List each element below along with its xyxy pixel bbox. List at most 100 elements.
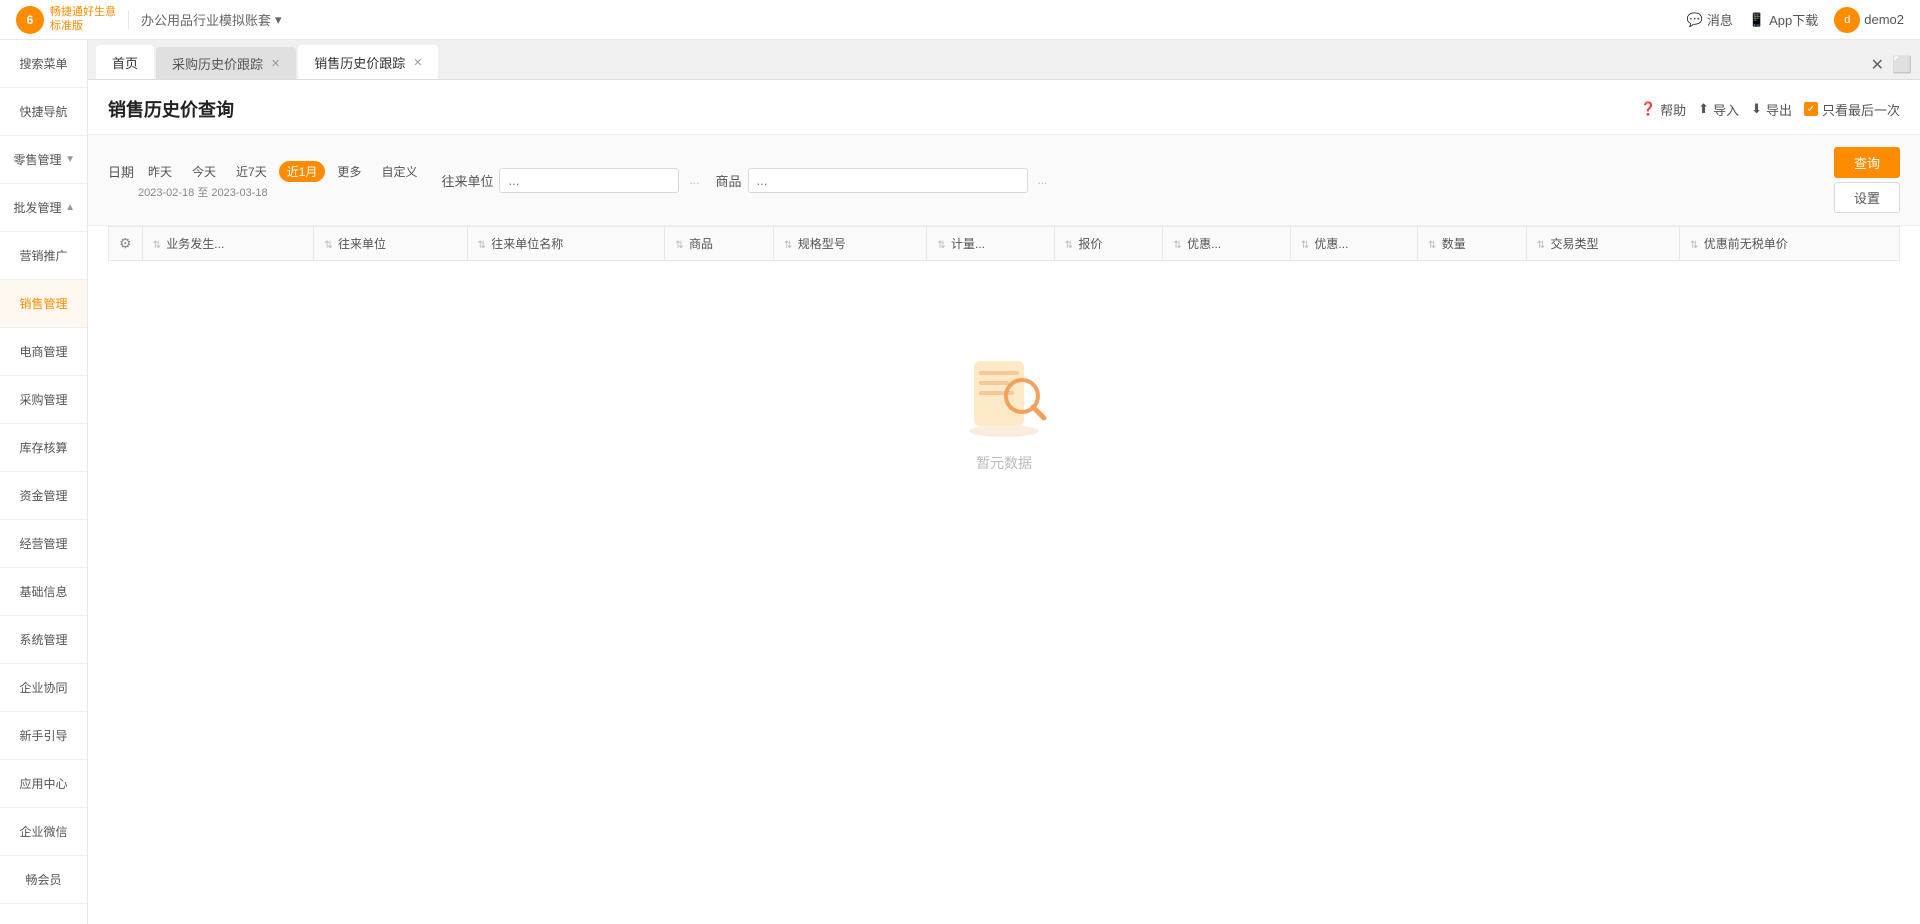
export-button[interactable]: ⬇ 导出 [1751,100,1792,119]
date-range-display: 2023-02-18 至 2023-03-18 [138,184,425,200]
product-filter-input[interactable] [748,168,1028,193]
sidebar-item-inventory[interactable]: 库存核算 [0,424,87,472]
table-header-quote[interactable]: ⇅ 报价 [1054,227,1163,261]
query-button[interactable]: 查询 [1834,147,1900,178]
sidebar-item-basic[interactable]: 基础信息 [0,568,87,616]
content-area: 首页 采购历史价跟踪 ✕ 销售历史价跟踪 ✕ ✕ ⬜ 销售历史价查询 [88,40,1920,924]
table-header-trade-type[interactable]: ⇅ 交易类型 [1526,227,1679,261]
gear-icon[interactable]: ⚙ [119,235,132,252]
sidebar-item-marketing[interactable]: 营销推广 [0,232,87,280]
date-pill-more[interactable]: 更多 [329,161,369,182]
top-bar: 6 畅捷通好生意 标准版 办公用品行业模拟账套 ▾ 💬 消息 📱 App下载 d… [0,0,1920,40]
import-icon: ⬆ [1698,101,1709,117]
help-icon: ❓ [1640,101,1656,117]
sort-icon: ⇅ [153,240,161,251]
sidebar-item-finance[interactable]: 资金管理 [0,472,87,520]
help-button[interactable]: ❓ 帮助 [1640,100,1686,119]
product-filter-dots: ... [1038,173,1048,187]
table-header-contact-name[interactable]: ⇅ 往来单位名称 [467,227,665,261]
table-header-discount2[interactable]: ⇅ 优惠... [1290,227,1417,261]
sort-icon: ⇅ [478,240,486,251]
user-menu[interactable]: d demo2 [1834,7,1904,33]
download-button[interactable]: 📱 App下载 [1749,10,1818,29]
top-bar-left: 6 畅捷通好生意 标准版 办公用品行业模拟账套 ▾ [16,6,282,34]
page-content: 销售历史价查询 ❓ 帮助 ⬆ 导入 ⬇ 导出 ✓ [88,80,1920,924]
message-icon: 💬 [1687,12,1703,28]
sort-icon: ⇅ [1537,240,1545,251]
sidebar-item-wholesale[interactable]: 批发管理 ▲ [0,184,87,232]
empty-image [954,341,1054,441]
sidebar-item-search[interactable]: 搜索菜单 [0,40,87,88]
avatar: d [1834,7,1860,33]
sidebar-item-newbie[interactable]: 新手引导 [0,712,87,760]
table-header-row: ⚙ ⇅ 业务发生... ⇅ 往来单位 ⇅ [109,227,1900,261]
table-header-product[interactable]: ⇅ 商品 [665,227,774,261]
sidebar-item-shortcut[interactable]: 快捷导航 [0,88,87,136]
sort-icon: ⇅ [937,240,945,251]
sidebar-item-system[interactable]: 系统管理 [0,616,87,664]
date-pill-last1m[interactable]: 近1月 [279,161,326,182]
table-header-unit[interactable]: ⇅ 计量... [927,227,1054,261]
contact-filter-dots: ... [689,173,699,187]
import-button[interactable]: ⬆ 导入 [1698,100,1739,119]
tab-purchase-history-close[interactable]: ✕ [271,57,280,70]
tab-bar-right: ✕ ⬜ [1871,55,1912,79]
download-icon: 📱 [1749,12,1765,28]
sidebar-item-ecommerce[interactable]: 电商管理 [0,328,87,376]
empty-state-svg [954,341,1054,441]
tab-purchase-history[interactable]: 采购历史价跟踪 ✕ [156,47,296,79]
table-area: ⚙ ⇅ 业务发生... ⇅ 往来单位 ⇅ [88,226,1920,261]
tab-bar: 首页 采购历史价跟踪 ✕ 销售历史价跟踪 ✕ ✕ ⬜ [88,40,1920,80]
contact-filter-group: 往来单位 ... [441,168,699,193]
sidebar-item-wechat[interactable]: 企业微信 [0,808,87,856]
table-header-quantity[interactable]: ⇅ 数量 [1418,227,1527,261]
sidebar-item-member[interactable]: 畅会员 [0,856,87,904]
sort-icon: ⇅ [1301,240,1309,251]
tab-maximize-button[interactable]: ⬜ [1892,55,1912,75]
sidebar-item-enterprise[interactable]: 企业协同 [0,664,87,712]
empty-state-text: 暂元数据 [976,453,1032,473]
sidebar-item-sales[interactable]: 销售管理 [0,280,87,328]
table-header-biz-date[interactable]: ⇅ 业务发生... [142,227,314,261]
tab-home[interactable]: 首页 [96,45,154,79]
contact-filter-input[interactable] [499,168,679,193]
date-pill-today[interactable]: 今天 [184,161,224,182]
sidebar-item-purchase[interactable]: 采购管理 [0,376,87,424]
table-header-pretax-price[interactable]: ⇅ 优惠前无税单价 [1680,227,1900,261]
empty-state: 暂元数据 [88,261,1920,553]
tab-close-all-button[interactable]: ✕ [1871,55,1884,75]
product-filter-group: 商品 ... [715,168,1047,193]
chevron-down-icon: ▾ [275,12,282,28]
sidebar-item-retail[interactable]: 零售管理 ▼ [0,136,87,184]
page-header: 销售历史价查询 ❓ 帮助 ⬆ 导入 ⬇ 导出 ✓ [88,80,1920,135]
export-icon: ⬇ [1751,101,1762,117]
message-button[interactable]: 💬 消息 [1687,10,1733,29]
logo-text: 畅捷通好生意 标准版 [50,6,116,32]
date-filter-label: 日期 [108,162,134,181]
tab-sales-history[interactable]: 销售历史价跟踪 ✕ [298,45,438,79]
contact-filter-label: 往来单位 [441,171,493,190]
table-header-spec[interactable]: ⇅ 规格型号 [774,227,927,261]
date-pill-custom[interactable]: 自定义 [373,161,425,182]
checkbox-check-icon: ✓ [1804,102,1818,116]
tab-sales-history-close[interactable]: ✕ [413,56,422,69]
top-bar-right: 💬 消息 📱 App下载 d demo2 [1687,7,1904,33]
table-header-contact-code[interactable]: ⇅ 往来单位 [314,227,467,261]
table-header-discount1[interactable]: ⇅ 优惠... [1163,227,1290,261]
sort-icon: ⇅ [784,240,792,251]
sort-icon: ⇅ [1428,240,1436,251]
show-last-only-checkbox[interactable]: ✓ 只看最后一次 [1804,100,1900,119]
logo-area: 6 畅捷通好生意 标准版 [16,6,116,34]
sort-icon: ⇅ [1690,240,1698,251]
table-header-gear: ⚙ [109,227,143,261]
app-selector[interactable]: 办公用品行业模拟账套 ▾ [128,10,282,29]
sidebar-item-operations[interactable]: 经营管理 [0,520,87,568]
date-pill-yesterday[interactable]: 昨天 [140,161,180,182]
main-layout: 搜索菜单 快捷导航 零售管理 ▼ 批发管理 ▲ 营销推广 销售管理 电商管理 采… [0,40,1920,924]
setting-button[interactable]: 设置 [1834,182,1900,213]
sidebar-item-appstore[interactable]: 应用中心 [0,760,87,808]
logo-icon: 6 [16,6,44,34]
retail-arrow: ▼ [65,154,75,165]
shortcut-label: 快捷导航 [19,103,67,120]
date-pill-last7[interactable]: 近7天 [228,161,275,182]
